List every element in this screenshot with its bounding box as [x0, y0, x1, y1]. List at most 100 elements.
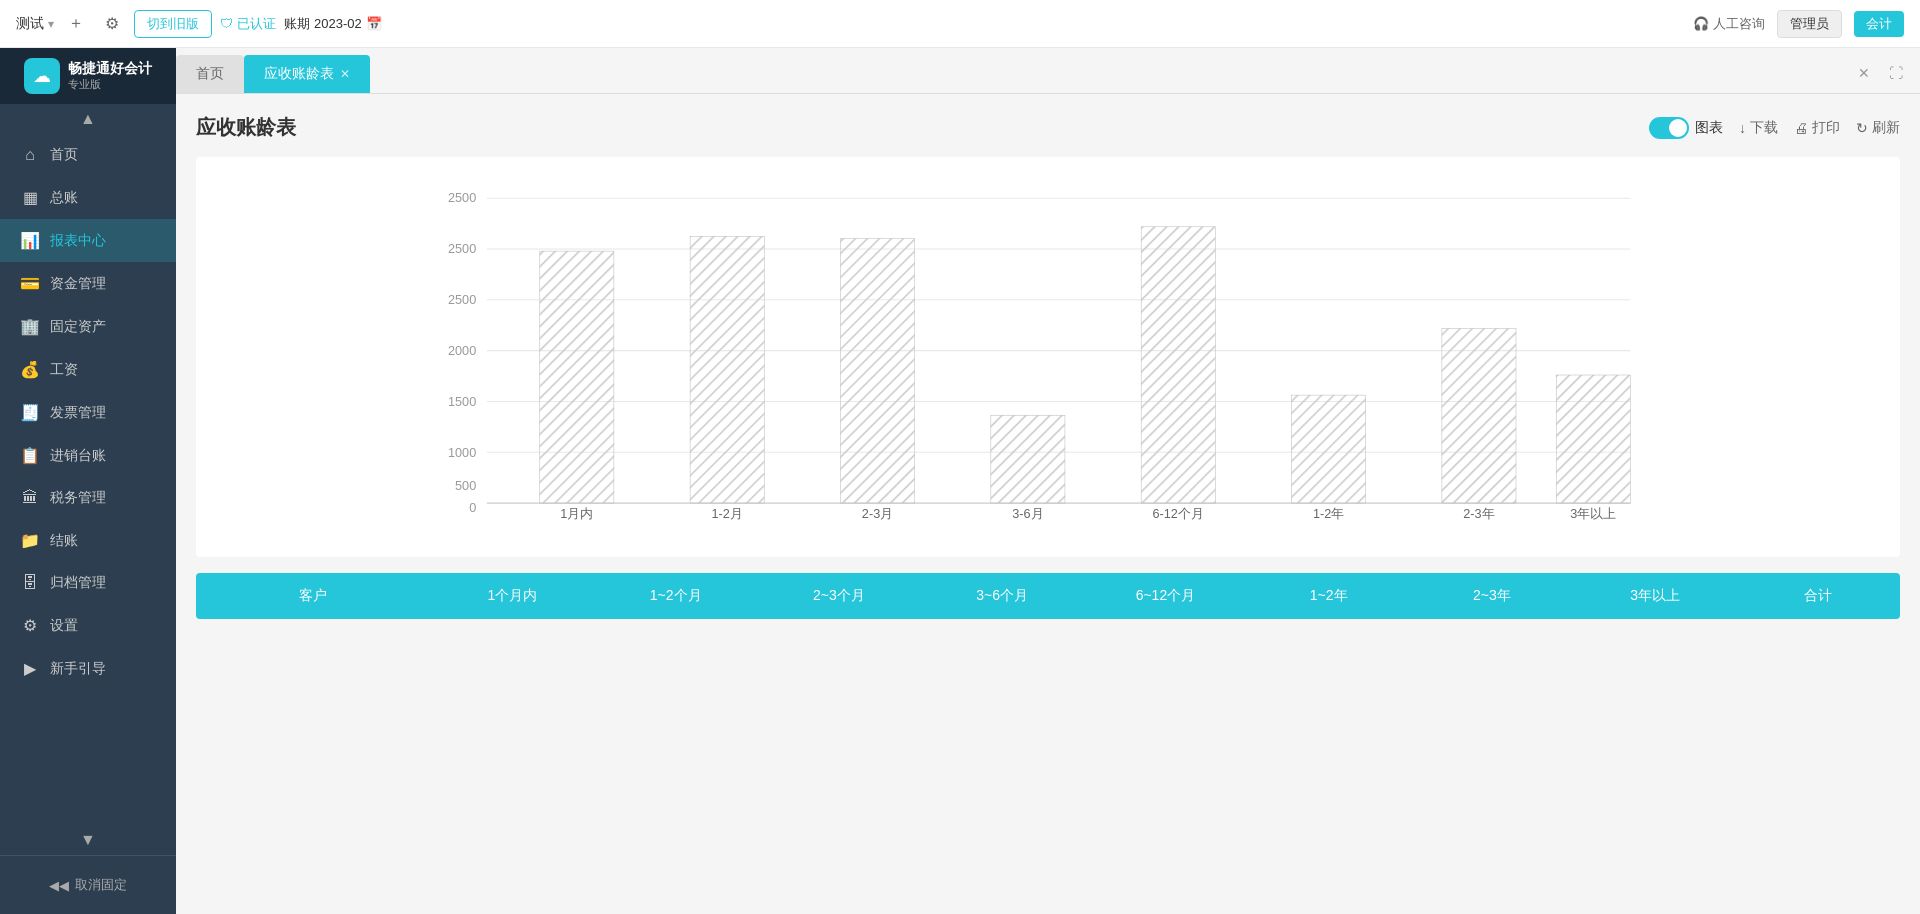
- tax-icon: 🏛: [20, 489, 40, 507]
- user-button[interactable]: 管理员: [1777, 10, 1842, 38]
- th-1-2year: 1~2年: [1247, 573, 1410, 619]
- sidebar-item-asset[interactable]: 🏢 固定资产: [0, 305, 176, 348]
- download-label: 下载: [1750, 119, 1778, 137]
- cancel-fixed-button[interactable]: ◀◀ 取消固定: [0, 866, 176, 904]
- logo-sub: 专业版: [68, 77, 152, 92]
- svg-text:2000: 2000: [448, 344, 476, 358]
- sidebar-item-ledger[interactable]: ▦ 总账: [0, 176, 176, 219]
- sidebar-item-label: 报表中心: [50, 232, 106, 250]
- sidebar-item-invoice[interactable]: 🧾 发票管理: [0, 391, 176, 434]
- bar-1-2year: [1292, 395, 1366, 503]
- cloud-icon: ☁: [33, 65, 51, 87]
- tab-home[interactable]: 首页: [176, 55, 244, 93]
- main-layout: ☁ 畅捷通好会计 专业版 ▲ ⌂ 首页 ▦ 总账 📊 报表中心 💳: [0, 48, 1920, 914]
- bar-1-2month: [690, 236, 764, 503]
- th-1month: 1个月内: [431, 573, 594, 619]
- settings-icon[interactable]: ⚙: [98, 10, 126, 38]
- download-button[interactable]: ↓ 下载: [1739, 119, 1778, 137]
- period-value: 2023-02: [314, 16, 362, 31]
- sidebar-item-salary[interactable]: 💰 工资: [0, 348, 176, 391]
- project-name: 测试: [16, 15, 44, 33]
- close-tab-button[interactable]: ✕: [1852, 61, 1876, 85]
- sidebar-item-settings[interactable]: ⚙ 设置: [0, 604, 176, 647]
- chart-toggle-label: 图表: [1695, 119, 1723, 137]
- sidebar-item-label: 发票管理: [50, 404, 106, 422]
- service-button[interactable]: 🎧 人工咨询: [1693, 15, 1765, 33]
- sidebar-item-trade[interactable]: 📋 进销台账: [0, 434, 176, 477]
- chart-toggle[interactable]: 图表: [1649, 117, 1723, 139]
- asset-icon: 🏢: [20, 317, 40, 336]
- logo-icon: ☁: [24, 58, 60, 94]
- sidebar-item-guide[interactable]: ▶ 新手引导: [0, 647, 176, 690]
- bar-chart: 2500 2500 2500 2000 1500 1000 500 0: [216, 177, 1880, 537]
- print-button[interactable]: 🖨 打印: [1794, 119, 1840, 137]
- sidebar-item-label: 首页: [50, 146, 78, 164]
- download-icon: ↓: [1739, 120, 1746, 136]
- archive-icon: 🗄: [20, 574, 40, 592]
- page-header: 应收账龄表 图表 ↓ 下载 🖨 打印 ↻: [196, 114, 1900, 141]
- th-1-2month: 1~2个月: [594, 573, 757, 619]
- sidebar-item-label: 资金管理: [50, 275, 106, 293]
- cert-badge: 🛡 已认证: [220, 15, 276, 33]
- svg-text:2-3月: 2-3月: [862, 507, 893, 521]
- svg-text:0: 0: [469, 501, 476, 515]
- period-info: 账期 2023-02 📅: [284, 15, 382, 33]
- th-3yearplus: 3年以上: [1574, 573, 1737, 619]
- svg-text:1000: 1000: [448, 446, 476, 460]
- sidebar-item-closing[interactable]: 📁 结账: [0, 519, 176, 562]
- print-icon: 🖨: [1794, 120, 1808, 136]
- th-2-3year: 2~3年: [1410, 573, 1573, 619]
- sidebar-item-label: 结账: [50, 532, 78, 550]
- sidebar-item-label: 固定资产: [50, 318, 106, 336]
- calendar-icon[interactable]: 📅: [366, 16, 382, 31]
- add-project-button[interactable]: ＋: [62, 10, 90, 38]
- logo-text: 畅捷通好会计: [68, 60, 152, 77]
- settings-icon: ⚙: [20, 616, 40, 635]
- tab-ar-aging[interactable]: 应收账龄表 ✕: [244, 55, 370, 93]
- svg-text:500: 500: [455, 479, 476, 493]
- scroll-down-arrow[interactable]: ▼: [0, 825, 176, 855]
- period-label: 账期: [284, 15, 310, 33]
- sidebar-scroll: ⌂ 首页 ▦ 总账 📊 报表中心 💳 资金管理 🏢 固定资产 💰 工资: [0, 134, 176, 825]
- print-label: 打印: [1812, 119, 1840, 137]
- invoice-icon: 🧾: [20, 403, 40, 422]
- project-selector[interactable]: 测试 ▾: [16, 15, 54, 33]
- svg-text:1月内: 1月内: [560, 507, 593, 521]
- expand-tab-button[interactable]: ⛶: [1884, 61, 1908, 85]
- bar-6-12month: [1141, 227, 1215, 503]
- refresh-button[interactable]: ↻ 刷新: [1856, 119, 1900, 137]
- cert-label: 已认证: [237, 15, 276, 33]
- svg-text:2500: 2500: [448, 191, 476, 205]
- tab-bar-actions: ✕ ⛶: [1840, 61, 1920, 93]
- chart-toggle-switch[interactable]: [1649, 117, 1689, 139]
- salary-icon: 💰: [20, 360, 40, 379]
- report-icon: 📊: [20, 231, 40, 250]
- svg-text:2500: 2500: [448, 293, 476, 307]
- content-area: 首页 应收账龄表 ✕ ✕ ⛶ 应收账龄表 图表: [176, 48, 1920, 914]
- tab-close-icon[interactable]: ✕: [340, 67, 350, 81]
- sidebar-item-label: 税务管理: [50, 489, 106, 507]
- sidebar: ☁ 畅捷通好会计 专业版 ▲ ⌂ 首页 ▦ 总账 📊 报表中心 💳: [0, 48, 176, 914]
- sidebar-item-home[interactable]: ⌂ 首页: [0, 134, 176, 176]
- sidebar-item-tax[interactable]: 🏛 税务管理: [0, 477, 176, 519]
- svg-text:1-2月: 1-2月: [712, 507, 743, 521]
- fund-icon: 💳: [20, 274, 40, 293]
- bar-3yearplus: [1556, 375, 1630, 503]
- guide-icon: ▶: [20, 659, 40, 678]
- sidebar-item-fund[interactable]: 💳 资金管理: [0, 262, 176, 305]
- sidebar-item-archive[interactable]: 🗄 归档管理: [0, 562, 176, 604]
- ledger-icon: ▦: [20, 188, 40, 207]
- tab-ar-aging-label: 应收账龄表: [264, 65, 334, 83]
- th-6-12month: 6~12个月: [1084, 573, 1247, 619]
- chart-svg: 2500 2500 2500 2000 1500 1000 500 0: [216, 177, 1880, 537]
- role-button[interactable]: 会计: [1854, 11, 1904, 37]
- bar-2-3month: [840, 238, 914, 503]
- shield-icon: 🛡: [220, 16, 233, 31]
- logo-text-area: 畅捷通好会计 专业版: [68, 60, 152, 92]
- sidebar-item-label: 设置: [50, 617, 78, 635]
- sidebar-item-reports[interactable]: 📊 报表中心: [0, 219, 176, 262]
- th-customer: 客户: [196, 573, 431, 619]
- trade-icon: 📋: [20, 446, 40, 465]
- switch-version-button[interactable]: 切到旧版: [134, 10, 212, 38]
- scroll-up-arrow[interactable]: ▲: [0, 104, 176, 134]
